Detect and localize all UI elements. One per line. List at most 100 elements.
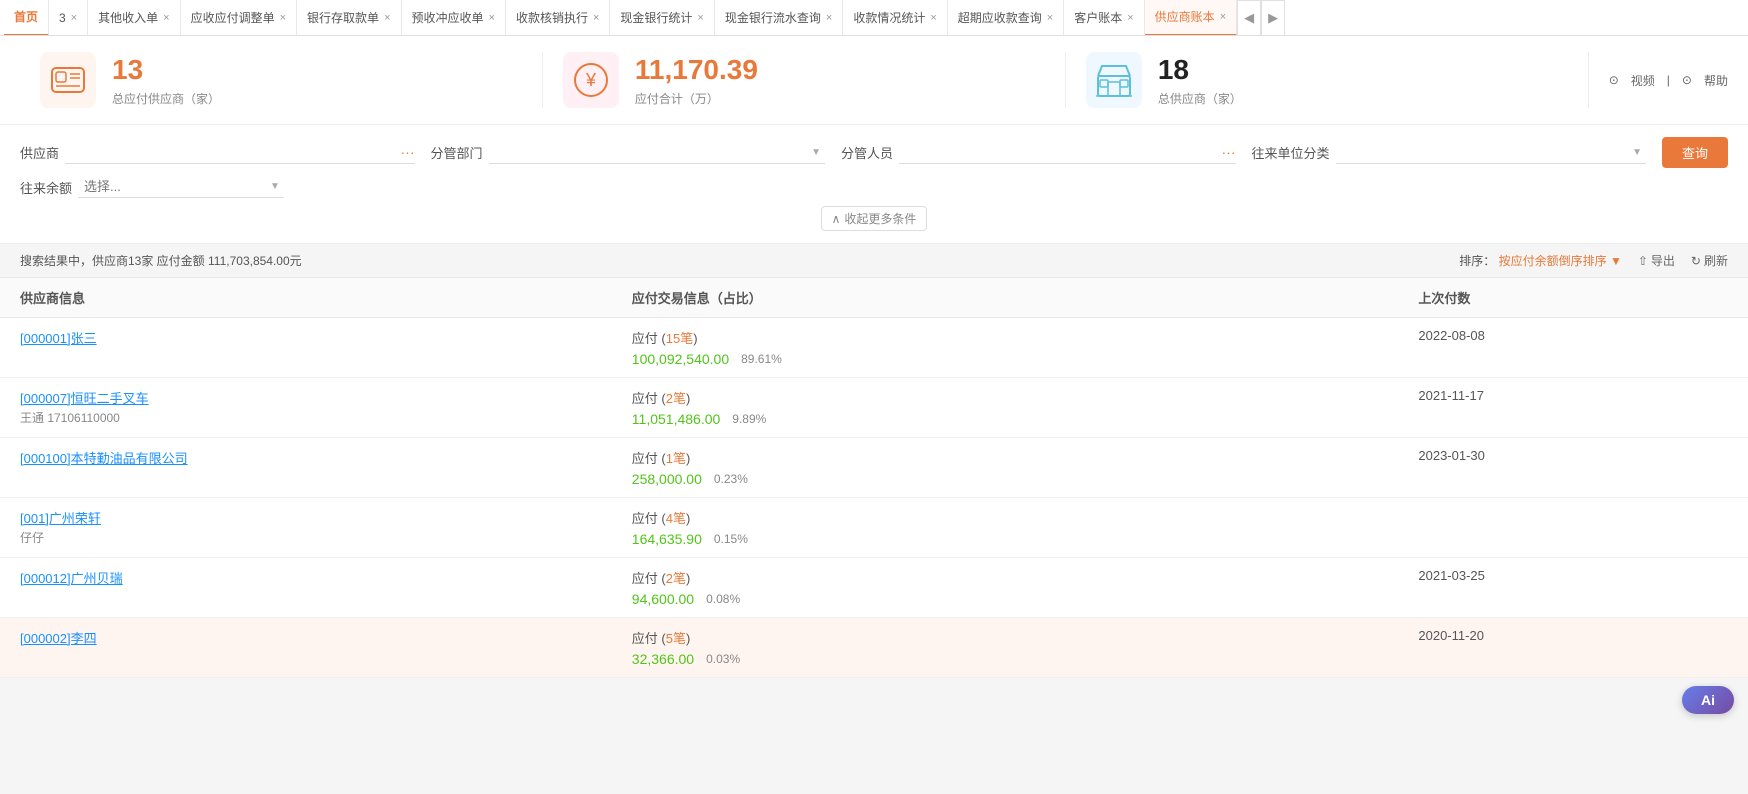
nav-tab-overdue-ar[interactable]: 超期应收款查询 ×: [948, 0, 1064, 36]
table-row: [000001]张三 应付 (15笔)100,092,540.0089.61%20…: [0, 318, 1748, 378]
close-icon[interactable]: ×: [1047, 12, 1053, 24]
total-suppliers-count: 18: [1158, 53, 1242, 87]
search-button[interactable]: 查询: [1662, 137, 1728, 168]
sort-select[interactable]: 按应付余额倒序排序: [1499, 254, 1607, 268]
nav-tab-customer-ledger[interactable]: 客户账本 ×: [1064, 0, 1144, 36]
close-icon[interactable]: ×: [697, 12, 703, 24]
person-input[interactable]: [899, 142, 1221, 163]
dept-input[interactable]: [489, 142, 808, 163]
payable-percent: 0.03%: [706, 652, 740, 666]
collapse-row: ∧ 收起更多条件: [20, 206, 1728, 231]
close-icon[interactable]: ×: [1127, 12, 1133, 24]
person-dots-icon[interactable]: ···: [1222, 144, 1236, 160]
nav-tab-ar-ap-adjust[interactable]: 应收应付调整单 ×: [181, 0, 297, 36]
person-filter-label: 分管人员: [841, 143, 893, 162]
summary-area: 13 总应付供应商（家） ¥ 11,170.39 应付合计（万）: [0, 36, 1748, 125]
total-payable-amount: 11,170.39: [635, 53, 758, 87]
tx-count: 5笔: [666, 631, 686, 646]
col-header-last-payment: 上次付数: [1398, 278, 1748, 318]
category-arrow-down-icon[interactable]: ▼: [1628, 147, 1646, 158]
refresh-button[interactable]: ↻ 刷新: [1691, 252, 1728, 269]
payable-percent: 89.61%: [741, 352, 782, 366]
summary-card-payable: ¥ 11,170.39 应付合计（万）: [543, 52, 1066, 108]
dept-filter-label: 分管部门: [431, 143, 483, 162]
export-button[interactable]: ⇧ 导出: [1638, 252, 1675, 269]
video-link[interactable]: 视频: [1631, 72, 1655, 89]
close-icon[interactable]: ×: [280, 12, 286, 24]
ai-button[interactable]: Ai: [1682, 686, 1734, 714]
summary-card-suppliers: 13 总应付供应商（家）: [20, 52, 543, 108]
payable-percent: 0.23%: [714, 472, 748, 486]
table-row: [000012]广州贝瑞应付 (2笔)94,600.000.08%2021-03…: [0, 558, 1748, 618]
table-row: [001]广州荣轩仔仔应付 (4笔)164,635.900.15%: [0, 498, 1748, 558]
supplier-link[interactable]: [000012]广州贝瑞: [20, 571, 123, 586]
table-row: [000002]李四应付 (5笔)32,366.000.03%2020-11-2…: [0, 618, 1748, 678]
nav-tab-receipt-stat[interactable]: 收款情况统计 ×: [843, 0, 947, 36]
top-right-links: ⊙ 视频 | ⊙ 帮助: [1589, 72, 1728, 89]
table-header: 供应商信息 应付交易信息（占比） 上次付数: [0, 278, 1748, 318]
result-bar-right: 排序： 按应付余额倒序排序 ▼ ⇧ 导出 ↻ 刷新: [1459, 252, 1728, 269]
sort-label: 排序： 按应付余额倒序排序 ▼: [1459, 252, 1622, 269]
close-icon[interactable]: ×: [826, 12, 832, 24]
supplier-info-cell: [000001]张三: [0, 318, 612, 378]
total-payable-amount-label: 应付合计（万）: [635, 90, 758, 107]
nav-tab-home[interactable]: 首页: [4, 0, 49, 36]
filter-category: 往来单位分类 ▼: [1252, 142, 1647, 164]
category-filter-input-wrapper: ▼: [1336, 142, 1646, 164]
category-input[interactable]: [1336, 142, 1629, 163]
supplier-info-cell: [000012]广州贝瑞: [0, 558, 612, 618]
nav-tab-advance-offset[interactable]: 预收冲应收单 ×: [402, 0, 506, 36]
payable-amount: 94,600.00: [632, 591, 694, 607]
balance-input[interactable]: [78, 176, 266, 197]
tx-info-cell: 应付 (2笔)11,051,486.009.89%: [612, 378, 1399, 438]
nav-arrow-right[interactable]: ▶: [1261, 0, 1285, 36]
nav-tab-cash-bank-stat[interactable]: 现金银行统计 ×: [610, 0, 714, 36]
close-icon[interactable]: ×: [71, 12, 77, 24]
supplier-dots-icon[interactable]: ···: [401, 144, 415, 160]
close-icon[interactable]: ×: [1220, 11, 1226, 23]
tx-label: 应付 (15笔): [632, 328, 1379, 347]
supplier-input[interactable]: [65, 142, 400, 163]
supplier-link[interactable]: [000001]张三: [20, 331, 97, 346]
tx-info-cell: 应付 (15笔)100,092,540.0089.61%: [612, 318, 1399, 378]
supplier-link[interactable]: [000007]恒旺二手叉车: [20, 391, 149, 406]
nav-tab-receipt-verify[interactable]: 收款核销执行 ×: [506, 0, 610, 36]
last-payment-date-cell: 2022-08-08: [1398, 318, 1748, 378]
supplier-link[interactable]: [000100]本特勤油品有限公司: [20, 451, 188, 466]
close-icon[interactable]: ×: [163, 12, 169, 24]
nav-tab-supplier-ledger[interactable]: 供应商账本 ×: [1145, 0, 1237, 36]
dept-arrow-down-icon[interactable]: ▼: [807, 147, 825, 158]
close-icon[interactable]: ×: [930, 12, 936, 24]
summary-text-suppliers: 13 总应付供应商（家）: [112, 53, 220, 108]
close-icon[interactable]: ×: [593, 12, 599, 24]
tx-label: 应付 (5笔): [632, 628, 1379, 647]
filter-dept: 分管部门 ▼: [431, 142, 826, 164]
total-suppliers-label: 总供应商（家）: [1158, 90, 1242, 107]
table-body: [000001]张三应付 (15笔)100,092,540.0089.61%20…: [0, 318, 1748, 678]
supplier-link[interactable]: [001]广州荣轩: [20, 511, 101, 526]
tx-count: 2笔: [666, 391, 686, 406]
balance-arrow-down-icon[interactable]: ▼: [266, 181, 284, 192]
nav-tab-other-income[interactable]: 其他收入单 ×: [88, 0, 180, 36]
payable-percent: 0.08%: [706, 592, 740, 606]
last-payment-date-cell: 2020-11-20: [1398, 618, 1748, 678]
table-row: [000007]恒旺二手叉车王通 17106110000应付 (2笔)11,05…: [0, 378, 1748, 438]
nav-tab-cash-bank-flow[interactable]: 现金银行流水查询 ×: [715, 0, 843, 36]
filter-row-2: 往来余额 ▼: [20, 176, 1728, 198]
collapse-button[interactable]: ∧ 收起更多条件: [821, 206, 928, 231]
tx-label: 应付 (2笔): [632, 568, 1379, 587]
supplier-sub-info: 仔仔: [20, 529, 592, 546]
last-payment-date-cell: [1398, 498, 1748, 558]
supplier-link[interactable]: [000002]李四: [20, 631, 97, 646]
col-header-supplier-info: 供应商信息: [0, 278, 612, 318]
payable-amount: 11,051,486.00: [632, 411, 721, 427]
close-icon[interactable]: ×: [489, 12, 495, 24]
nav-tab-bank-deposit[interactable]: 银行存取款单 ×: [297, 0, 401, 36]
nav-tab-3[interactable]: 3 ×: [49, 0, 88, 36]
person-filter-input-wrapper: ···: [899, 142, 1235, 164]
help-link[interactable]: 帮助: [1704, 72, 1728, 89]
store-icon: [1086, 52, 1142, 108]
sort-arrow-icon[interactable]: ▼: [1610, 254, 1622, 268]
close-icon[interactable]: ×: [384, 12, 390, 24]
nav-arrow-left[interactable]: ◀: [1237, 0, 1261, 36]
